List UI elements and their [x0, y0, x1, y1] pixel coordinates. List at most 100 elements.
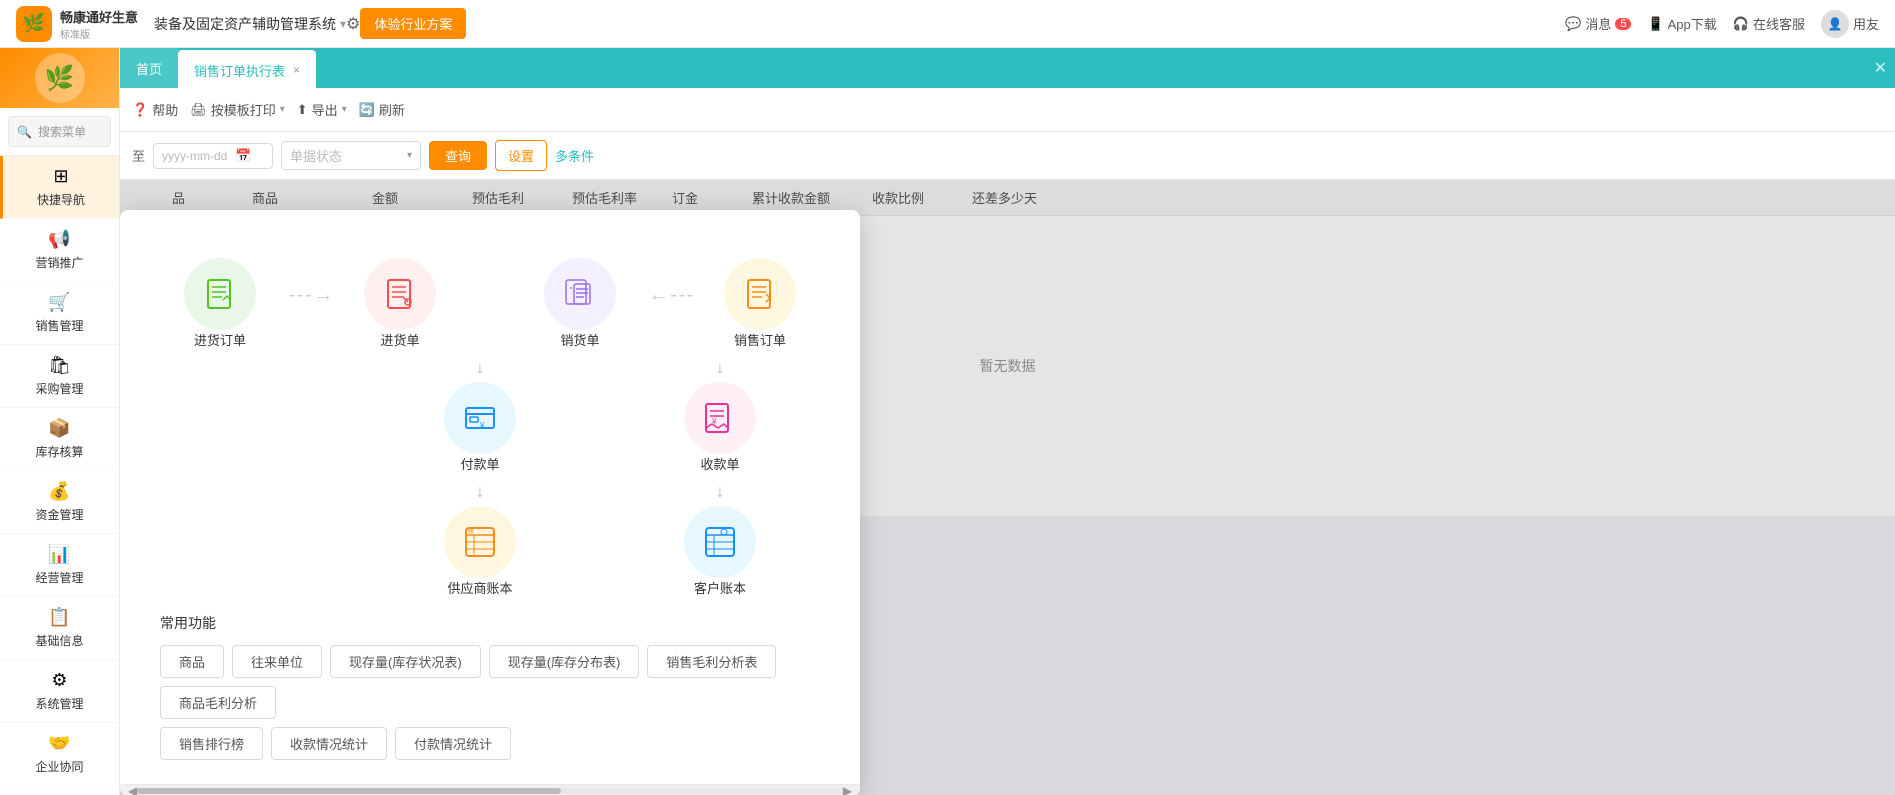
sidebar-item-quick-nav-label: 快捷导航 [37, 191, 85, 208]
sidebar-item-operations[interactable]: 📊 经营管理 [0, 534, 119, 597]
scroll-left-arrow[interactable]: ◀ [128, 784, 137, 795]
cf-btn-stock-dist[interactable]: 现存量(库存分布表) [489, 645, 640, 678]
status-select[interactable]: 单据状态 ▾ [281, 141, 421, 170]
cf-btn-sales-gross[interactable]: 销售毛利分析表 [647, 645, 776, 678]
customer-account-node[interactable]: 客户账本 [640, 506, 800, 597]
experience-button[interactable]: 体验行业方案 [360, 8, 466, 39]
spacer6 [320, 481, 400, 502]
query-button[interactable]: 查询 [429, 141, 487, 170]
user-label: 用友 [1853, 14, 1879, 33]
sales-bill-node[interactable]: 销货单 [520, 258, 640, 349]
date-placeholder: yyyy-mm-dd [162, 149, 227, 163]
sidebar-item-enterprise[interactable]: 🤝 企业协同 [0, 723, 119, 786]
purchase-order-node[interactable]: 进货订单 [160, 258, 280, 349]
sidebar-item-system-label: 系统管理 [35, 695, 83, 712]
sales-order-node[interactable]: 销售订单 [700, 258, 820, 349]
sales-icon: 🛒 [48, 292, 70, 313]
spacer7 [560, 481, 640, 502]
common-functions-title: 常用功能 [160, 613, 820, 633]
settings-icon[interactable]: ⚙ [346, 14, 360, 34]
scroll-right-arrow[interactable]: ▶ [843, 784, 852, 795]
sidebar-item-finance[interactable]: 💰 资金管理 [0, 471, 119, 534]
flow-row-2: ¥ 付款单 [160, 382, 820, 473]
cf-btn-receipt-stats[interactable]: 收款情况统计 [271, 727, 387, 760]
flow-diagram: 进货订单 - - - → [160, 242, 820, 605]
page-content: 品 商品 金额 预估毛利 预估毛利率 订金 累计收款金额 收款比例 还差多少天 … [120, 180, 1895, 795]
system-title-dropdown[interactable]: 装备及固定资产辅助管理系统 ▾ [138, 14, 346, 34]
sidebar-logo: 🌿 [0, 48, 119, 108]
flow-row-3: 账 供应商账本 [160, 506, 820, 597]
user-action[interactable]: 👤 用友 [1821, 10, 1879, 38]
modal-overlay: 进货订单 - - - → [120, 180, 1895, 795]
sidebar-item-marketing[interactable]: 📢 营销推广 [0, 219, 119, 282]
sidebar-item-purchase[interactable]: 🛍 采购管理 [0, 345, 119, 408]
svg-text:账: 账 [468, 527, 474, 535]
refresh-action[interactable]: 🔄 刷新 [359, 100, 405, 119]
help-icon: ❓ [132, 102, 148, 118]
flow-row-1: 进货订单 - - - → [160, 258, 820, 349]
sales-bill-label: 销货单 [560, 330, 599, 349]
tab-sales-order[interactable]: 销售订单执行表 × [178, 50, 316, 90]
cf-btn-payment-stats[interactable]: 付款情况统计 [395, 727, 511, 760]
cf-btn-stock-status[interactable]: 现存量(库存状况表) [330, 645, 481, 678]
payment-bill-icon: ¥ [444, 382, 516, 454]
online-service-action[interactable]: 🎧 在线客服 [1733, 14, 1805, 33]
date-from-input[interactable]: yyyy-mm-dd 📅 [153, 143, 273, 169]
filter-bar: 至 yyyy-mm-dd 📅 单据状态 ▾ 查询 设置 多条件 [120, 132, 1895, 180]
sidebar-item-inventory[interactable]: 📦 库存核算 [0, 408, 119, 471]
sidebar-item-sales[interactable]: 🛒 销售管理 [0, 282, 119, 345]
sidebar-item-quick-nav[interactable]: ⊞ 快捷导航 [0, 156, 119, 219]
sales-bill-icon [544, 258, 616, 330]
logo-title: 畅康通好生意 [60, 7, 138, 26]
print-label: 按模板打印 [211, 100, 276, 119]
modal-scrollbar[interactable]: ◀ ▶ [120, 784, 860, 795]
purchase-bill-node[interactable]: 进货单 [340, 258, 460, 349]
arrow-sales-order-to-bill: ← - - - [640, 258, 700, 307]
cf-buttons: 商品 往来单位 现存量(库存状况表) 现存量(库存分布表) 销售毛利分析表 商品… [160, 645, 820, 719]
more-conditions-link[interactable]: 多条件 [555, 146, 594, 165]
receipt-bill-node[interactable]: ¥ 收款单 [640, 382, 800, 473]
export-dropdown-icon: ▾ [342, 104, 347, 115]
tab-close-icon[interactable]: × [293, 63, 300, 77]
tab-home[interactable]: 首页 [120, 48, 178, 88]
refresh-icon: 🔄 [359, 102, 375, 118]
svg-text:¥: ¥ [479, 421, 485, 430]
sidebar-item-inventory-label: 库存核算 [35, 443, 83, 460]
scroll-thumb [137, 788, 560, 794]
supplier-account-node[interactable]: 账 供应商账本 [400, 506, 560, 597]
spacer2 [320, 357, 400, 378]
print-icon: 🖨 [190, 102, 207, 118]
message-badge: 5 [1615, 18, 1631, 30]
cf-btn-product-gross[interactable]: 商品毛利分析 [160, 686, 276, 719]
search-button[interactable]: 🔍 搜索菜单 [8, 116, 111, 147]
cf-btn-product[interactable]: 商品 [160, 645, 224, 678]
basic-info-icon: 📋 [48, 607, 70, 628]
sidebar-item-enterprise-label: 企业协同 [35, 758, 83, 775]
tab-bar-close-button[interactable]: ✕ [1874, 58, 1887, 78]
quick-nav-icon: ⊞ [53, 166, 68, 187]
payment-bill-node[interactable]: ¥ 付款单 [400, 382, 560, 473]
help-action[interactable]: ❓ 帮助 [132, 100, 178, 119]
export-action[interactable]: ⬆ 导出 ▾ [297, 100, 347, 119]
export-label: 导出 [312, 100, 338, 119]
spacer-left3 [160, 481, 320, 502]
customer-account-label: 客户账本 [694, 578, 746, 597]
set-button[interactable]: 设置 [495, 140, 547, 171]
message-action[interactable]: 💬 消息 5 [1565, 14, 1631, 33]
tab-sales-order-label: 销售订单执行表 [194, 61, 285, 80]
cf-btn-sales-rank[interactable]: 销售排行榜 [160, 727, 263, 760]
sales-order-icon [724, 258, 796, 330]
logo-subtitle: 标准版 [60, 26, 138, 41]
payment-bill-label: 付款单 [460, 454, 499, 473]
sidebar-item-basic-info[interactable]: 📋 基础信息 [0, 597, 119, 660]
arrow-down-purchase: ↓ [400, 357, 560, 378]
sidebar-item-guide[interactable]: 🎯 新手引导 [0, 786, 119, 795]
spacer3 [560, 357, 640, 378]
sidebar-logo-icon: 🌿 [35, 53, 85, 103]
print-action[interactable]: 🖨 按模板打印 ▾ [190, 100, 285, 119]
sidebar-item-system[interactable]: ⚙ 系统管理 [0, 660, 119, 723]
cf-btn-counterparty[interactable]: 往来单位 [232, 645, 322, 678]
common-functions: 常用功能 商品 往来单位 现存量(库存状况表) 现存量(库存分布表) 销售毛利分… [160, 613, 820, 760]
status-label: 单据状态 [290, 146, 342, 165]
app-download-action[interactable]: 📱 App下载 [1647, 14, 1716, 33]
